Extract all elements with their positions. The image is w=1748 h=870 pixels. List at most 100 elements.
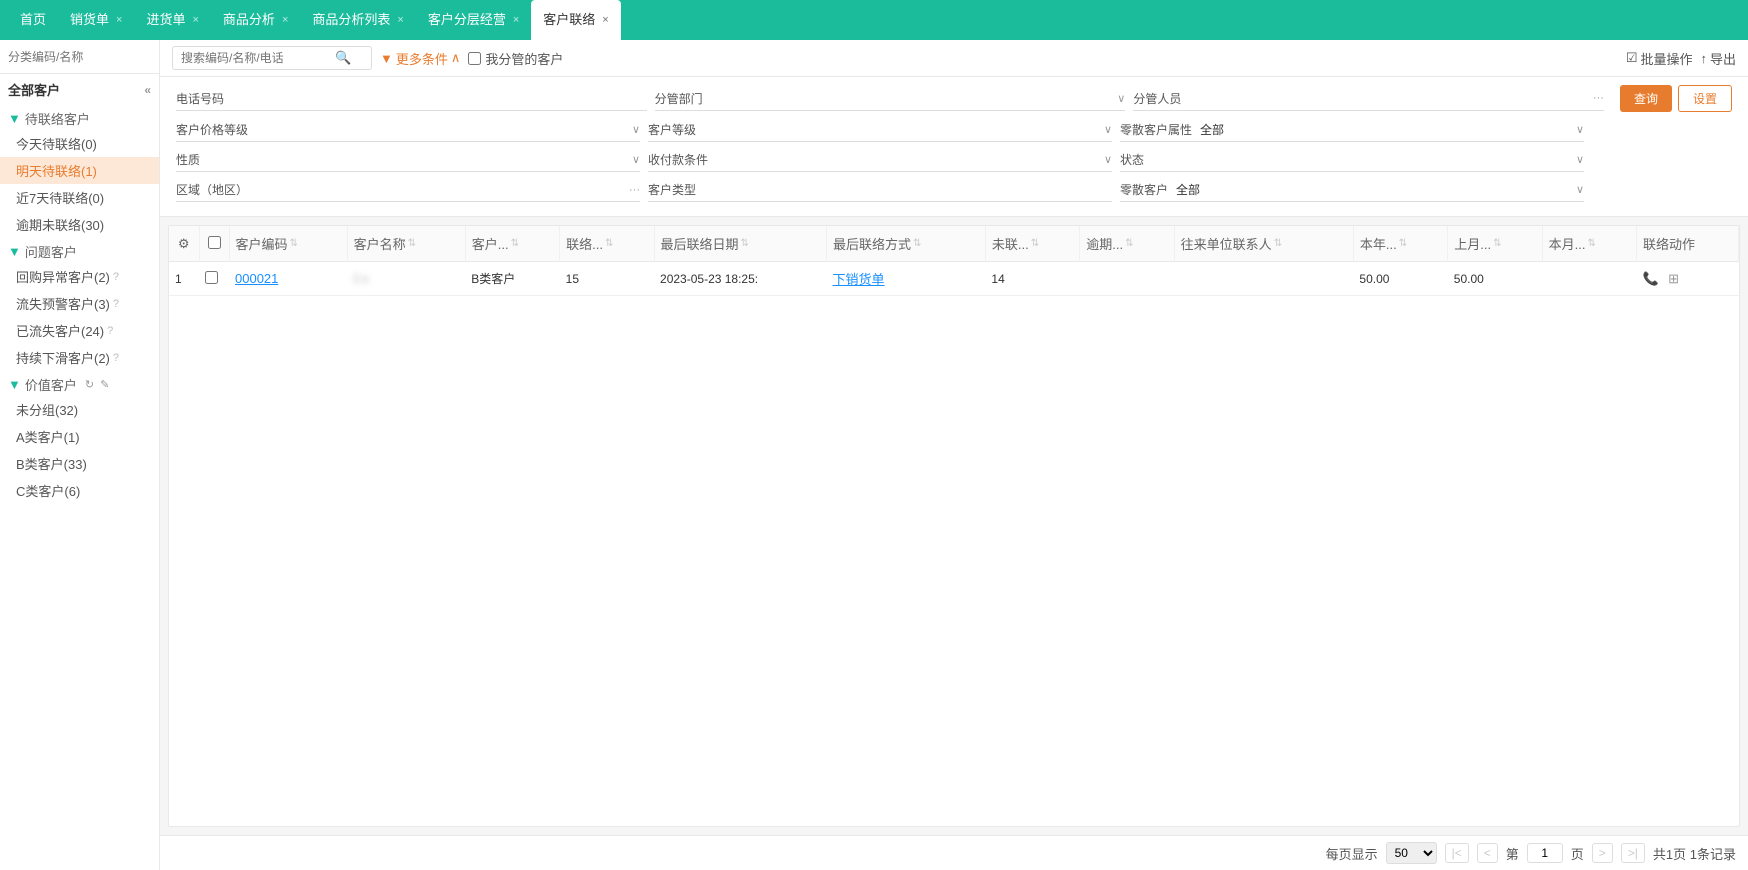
collapse-icon: « xyxy=(144,83,151,97)
dept-input[interactable] xyxy=(707,91,1114,105)
sidebar-item-class-b[interactable]: B类客户(33) xyxy=(0,450,159,477)
nav-purchase-order[interactable]: 进货单 × xyxy=(134,0,210,40)
sidebar-item-class-c[interactable]: C类客户(6) xyxy=(0,477,159,504)
td-name: Ea xyxy=(347,262,465,296)
export-icon: ↑ xyxy=(1700,51,1707,66)
close-customer-contact-icon[interactable]: × xyxy=(602,0,608,40)
sort-last-contact-method-icon[interactable]: ⇅ xyxy=(913,238,921,249)
price-level-arrow-icon: ∨ xyxy=(632,123,640,136)
table-row: 1 000021 Ea B类客户 15 2023-05-23 18:25: xyxy=(169,262,1739,296)
nav-product-analysis-list[interactable]: 商品分析列表 × xyxy=(300,0,415,40)
chevron-up-icon: ∧ xyxy=(451,50,461,66)
more-filters-button[interactable]: ▼ 更多条件 ∧ xyxy=(380,49,460,68)
sort-related-person-icon[interactable]: ⇅ xyxy=(1274,238,1282,249)
filter-bar: 🔍 ▼ 更多条件 ∧ 我分管的客户 ☑ 批量操作 ↑ 导出 xyxy=(160,40,1748,77)
td-uncontacted: 14 xyxy=(985,262,1079,296)
th-code: 客户编码 ⇅ xyxy=(229,226,347,262)
sort-name-icon[interactable]: ⇅ xyxy=(408,238,416,249)
td-this-year: 50.00 xyxy=(1353,262,1447,296)
th-this-month: 本月... ⇅ xyxy=(1542,226,1636,262)
close-product-analysis-icon[interactable]: × xyxy=(282,0,288,40)
nav-customer-segmentation[interactable]: 客户分层经营 × xyxy=(416,0,531,40)
my-customers-checkbox[interactable] xyxy=(468,52,481,65)
region-dots-icon[interactable]: ··· xyxy=(629,184,640,196)
status-arrow-icon: ∨ xyxy=(1576,153,1584,166)
filter-cell-retail-attr: 零散客户属性 全部 ∨ xyxy=(1120,118,1584,142)
nav-sales-order[interactable]: 销货单 × xyxy=(58,0,134,40)
sort-last-contact-date-icon[interactable]: ⇅ xyxy=(741,238,749,249)
td-last-month: 50.00 xyxy=(1448,262,1542,296)
last-contact-method-link[interactable]: 下销货单 xyxy=(833,272,885,287)
sidebar-item-ungrouped[interactable]: 未分组(32) xyxy=(0,396,159,423)
sidebar-item-today-pending[interactable]: 今天待联络(0) xyxy=(0,130,159,157)
close-product-analysis-list-icon[interactable]: × xyxy=(397,0,403,40)
settings-button[interactable]: 设置 xyxy=(1678,85,1732,112)
filter-cell-nature: 性质 ∨ xyxy=(176,148,640,172)
sort-code-icon[interactable]: ⇅ xyxy=(290,238,298,249)
pagination-bar: 每页显示 50 100 200 |< < 第 页 > >| 共1页 1条记录 xyxy=(160,835,1748,870)
person-input[interactable] xyxy=(1185,91,1589,105)
td-contact-count: 15 xyxy=(560,262,654,296)
my-customers-checkbox-label[interactable]: 我分管的客户 xyxy=(468,49,563,68)
sidebar-all-customers[interactable]: 全部客户 « xyxy=(0,74,159,105)
close-purchase-order-icon[interactable]: × xyxy=(192,0,198,40)
sidebar-item-7days-pending[interactable]: 近7天待联络(0) xyxy=(0,184,159,211)
customer-code-link[interactable]: 000021 xyxy=(235,271,278,286)
export-button[interactable]: ↑ 导出 xyxy=(1700,49,1736,68)
close-sales-order-icon[interactable]: × xyxy=(116,0,122,40)
person-dots-icon[interactable]: ··· xyxy=(1593,92,1604,104)
sidebar-item-overdue-pending[interactable]: 逾期未联络(30) xyxy=(0,211,159,238)
row-checkbox[interactable] xyxy=(205,271,218,284)
sidebar-item-abnormal-repurchase[interactable]: 回购异常客户(2) ? xyxy=(0,263,159,290)
page-input[interactable] xyxy=(1527,843,1563,863)
sort-this-year-icon[interactable]: ⇅ xyxy=(1399,238,1407,249)
sort-contact-count-icon[interactable]: ⇅ xyxy=(605,238,613,249)
sort-this-month-icon[interactable]: ⇅ xyxy=(1588,238,1596,249)
first-page-button[interactable]: |< xyxy=(1445,843,1469,863)
last-page-button[interactable]: >| xyxy=(1621,843,1645,863)
td-last-contact-method: 下销货单 xyxy=(827,262,986,296)
sidebar-item-churn-warning[interactable]: 流失预警客户(3) ? xyxy=(0,290,159,317)
sidebar-item-tomorrow-pending[interactable]: 明天待联络(1) xyxy=(0,157,159,184)
select-all-checkbox[interactable] xyxy=(208,236,221,249)
phone-input[interactable] xyxy=(228,91,647,105)
help-icon-3: ? xyxy=(107,325,113,337)
nav-home[interactable]: 首页 xyxy=(8,0,58,40)
sidebar-search-input[interactable] xyxy=(8,50,160,64)
phone-action-icon[interactable]: 📞 xyxy=(1643,271,1659,286)
customer-type-input[interactable] xyxy=(700,183,1112,197)
page-label: 第 xyxy=(1506,844,1519,863)
filter-search-icon[interactable]: 🔍 xyxy=(335,50,351,66)
refresh-icon[interactable]: ↻ xyxy=(85,378,94,391)
batch-ops-button[interactable]: ☑ 批量操作 xyxy=(1626,49,1693,68)
th-action: 联络动作 xyxy=(1637,226,1739,262)
per-page-select[interactable]: 50 100 200 xyxy=(1386,842,1437,864)
customer-level-arrow-icon: ∨ xyxy=(1104,123,1112,136)
close-customer-segmentation-icon[interactable]: × xyxy=(513,0,519,40)
sort-uncontacted-icon[interactable]: ⇅ xyxy=(1031,238,1039,249)
sidebar-item-declining[interactable]: 持续下滑客户(2) ? xyxy=(0,344,159,371)
sort-overdue-icon[interactable]: ⇅ xyxy=(1125,238,1133,249)
th-last-contact-method: 最后联络方式 ⇅ xyxy=(827,226,986,262)
nav-product-analysis[interactable]: 商品分析 × xyxy=(211,0,300,40)
grid-action-icon[interactable]: ⊞ xyxy=(1668,271,1679,286)
td-checkbox xyxy=(199,262,229,296)
sidebar-item-churned[interactable]: 已流失客户(24) ? xyxy=(0,317,159,344)
nav-customer-contact[interactable]: 客户联络 × xyxy=(531,0,620,40)
query-button[interactable]: 查询 xyxy=(1620,85,1672,112)
help-icon-4: ? xyxy=(113,352,119,364)
settings-col-icon[interactable]: ⚙ xyxy=(178,236,190,251)
filter-search-input[interactable] xyxy=(181,51,331,65)
sort-last-month-icon[interactable]: ⇅ xyxy=(1493,238,1501,249)
prev-page-button[interactable]: < xyxy=(1477,843,1498,863)
sidebar-item-class-a[interactable]: A类客户(1) xyxy=(0,423,159,450)
sort-type-icon[interactable]: ⇅ xyxy=(511,238,519,249)
th-type: 客户... ⇅ xyxy=(465,226,559,262)
sidebar-group-pending-contact: ▼ 待联络客户 xyxy=(0,105,159,130)
edit-value-icon[interactable]: ✎ xyxy=(100,378,109,391)
nature-arrow-icon: ∨ xyxy=(632,153,640,166)
filter-cell-person: 分管人员 ··· xyxy=(1133,87,1604,111)
top-nav: 首页 销货单 × 进货单 × 商品分析 × 商品分析列表 × 客户分层经营 × … xyxy=(0,0,1748,40)
sidebar-group-problem-customers: ▼ 问题客户 xyxy=(0,238,159,263)
next-page-button[interactable]: > xyxy=(1592,843,1613,863)
